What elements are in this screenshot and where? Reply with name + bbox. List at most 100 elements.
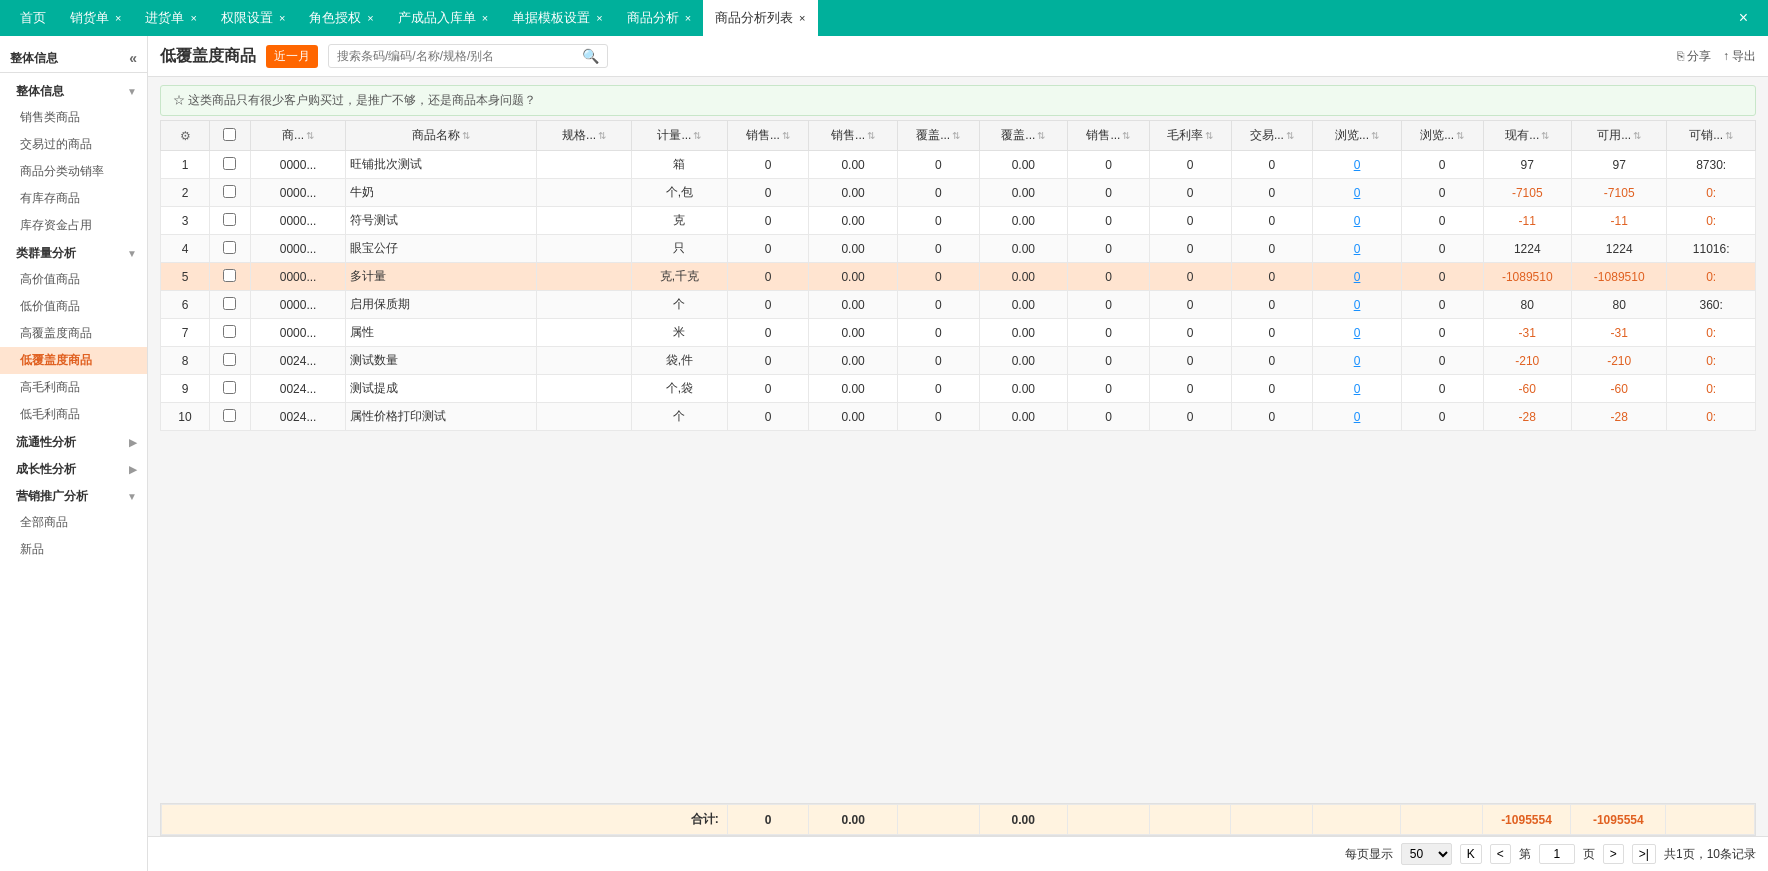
cell-browse1[interactable]: 0 [1313,263,1402,291]
sidebar-item-low-margin[interactable]: 低毛利商品 [0,401,147,428]
col-header-sellable[interactable]: 可销...⇅ [1667,121,1756,151]
sidebar-section-circulation[interactable]: 流通性分析 ▶ [0,428,147,455]
page-size-select[interactable]: 50 100 200 [1401,843,1452,865]
col-header-check[interactable] [210,121,251,151]
sidebar-section-marketing[interactable]: 营销推广分析 ▼ [0,482,147,509]
nav-sales-order[interactable]: 销货单 × [58,0,133,36]
cell-check[interactable] [210,207,251,235]
cell-sales-qty: 0 [727,347,809,375]
prev-page-button[interactable]: < [1490,844,1511,864]
sidebar-item-high-margin[interactable]: 高毛利商品 [0,374,147,401]
cell-browse1[interactable]: 0 [1313,375,1402,403]
row-checkbox[interactable] [223,297,236,310]
row-checkbox[interactable] [223,381,236,394]
sidebar-item-traded-goods[interactable]: 交易过的商品 [0,131,147,158]
cell-check[interactable] [210,319,251,347]
cell-browse1[interactable]: 0 [1313,207,1402,235]
nav-close-analysis[interactable]: × [685,0,691,36]
sidebar-item-stock-capital[interactable]: 库存资金占用 [0,212,147,239]
sidebar-collapse-btn[interactable]: « [125,48,141,68]
cell-check[interactable] [210,347,251,375]
col-header-current[interactable]: 现有...⇅ [1483,121,1572,151]
nav-product-analysis-list[interactable]: 商品分析列表 × [703,0,817,36]
cell-check[interactable] [210,151,251,179]
nav-close-product-entry[interactable]: × [482,0,488,36]
col-header-name[interactable]: 商品名称⇅ [346,121,537,151]
cell-check[interactable] [210,179,251,207]
nav-roles[interactable]: 角色授权 × [297,0,385,36]
row-checkbox[interactable] [223,157,236,170]
col-header-trans[interactable]: 交易...⇅ [1231,121,1313,151]
col-header-settings[interactable]: ⚙ [161,121,210,151]
search-input[interactable] [337,49,578,63]
col-header-cover1[interactable]: 覆盖...⇅ [897,121,979,151]
col-header-browse1[interactable]: 浏览...⇅ [1313,121,1402,151]
cell-check[interactable] [210,375,251,403]
next-page-button[interactable]: > [1603,844,1624,864]
cell-browse1[interactable]: 0 [1313,179,1402,207]
cell-browse1[interactable]: 0 [1313,291,1402,319]
nav-close-template[interactable]: × [596,0,602,36]
sidebar-section-cluster[interactable]: 类群量分析 ▼ [0,239,147,266]
col-header-available[interactable]: 可用...⇅ [1572,121,1667,151]
row-checkbox[interactable] [223,325,236,338]
cell-check[interactable] [210,291,251,319]
row-checkbox[interactable] [223,353,236,366]
nav-permissions[interactable]: 权限设置 × [209,0,297,36]
cell-browse1[interactable]: 0 [1313,151,1402,179]
nav-close-sales[interactable]: × [115,0,121,36]
row-checkbox[interactable] [223,185,236,198]
sidebar-item-new-goods[interactable]: 新品 [0,536,147,563]
last-page-button[interactable]: >| [1632,844,1656,864]
sidebar-item-in-stock[interactable]: 有库存商品 [0,185,147,212]
cell-check[interactable] [210,235,251,263]
page-number-input[interactable] [1539,844,1575,864]
nav-product-analysis[interactable]: 商品分析 × [615,0,703,36]
search-icon[interactable]: 🔍 [582,48,599,64]
export-button[interactable]: ↑ 导出 [1723,48,1756,65]
cell-browse1[interactable]: 0 [1313,319,1402,347]
sidebar-item-high-value[interactable]: 高价值商品 [0,266,147,293]
sidebar-section-growth[interactable]: 成长性分析 ▶ [0,455,147,482]
cell-browse1[interactable]: 0 [1313,403,1402,431]
col-header-code[interactable]: 商...⇅ [250,121,345,151]
nav-close-permissions[interactable]: × [279,0,285,36]
sidebar-section-overall[interactable]: 整体信息 ▼ [0,77,147,104]
sidebar-item-sales-goods[interactable]: 销售类商品 [0,104,147,131]
nav-close-roles[interactable]: × [367,0,373,36]
row-checkbox[interactable] [223,269,236,282]
col-header-sales-amt[interactable]: 销售...⇅ [809,121,898,151]
nav-close-analysis-list[interactable]: × [799,0,805,36]
nav-product-entry[interactable]: 产成品入库单 × [386,0,500,36]
date-filter-button[interactable]: 近一月 [266,45,318,68]
col-header-spec[interactable]: 规格...⇅ [536,121,631,151]
cell-check[interactable] [210,403,251,431]
nav-close-all[interactable]: × [1727,9,1760,27]
first-page-button[interactable]: K [1460,844,1482,864]
col-header-sales2[interactable]: 销售...⇅ [1068,121,1150,151]
info-banner: ☆ 这类商品只有很少客户购买过，是推广不够，还是商品本身问题？ [160,85,1756,116]
cell-current: 80 [1483,291,1572,319]
sidebar-item-high-coverage[interactable]: 高覆盖度商品 [0,320,147,347]
row-checkbox[interactable] [223,241,236,254]
cell-browse1[interactable]: 0 [1313,347,1402,375]
nav-home[interactable]: 首页 [8,0,58,36]
sidebar-item-category-rate[interactable]: 商品分类动销率 [0,158,147,185]
row-checkbox[interactable] [223,213,236,226]
sidebar-item-all-goods[interactable]: 全部商品 [0,509,147,536]
nav-template-settings[interactable]: 单据模板设置 × [500,0,614,36]
nav-close-purchase[interactable]: × [190,0,196,36]
col-header-gross[interactable]: 毛利率⇅ [1149,121,1231,151]
cell-browse1[interactable]: 0 [1313,235,1402,263]
select-all-checkbox[interactable] [223,128,236,141]
col-header-cover2[interactable]: 覆盖...⇅ [979,121,1068,151]
cell-check[interactable] [210,263,251,291]
col-header-sales-qty[interactable]: 销售...⇅ [727,121,809,151]
share-button[interactable]: ⎘ 分享 [1677,48,1711,65]
col-header-unit[interactable]: 计量...⇅ [632,121,727,151]
sidebar-item-low-value[interactable]: 低价值商品 [0,293,147,320]
row-checkbox[interactable] [223,409,236,422]
col-header-browse2[interactable]: 浏览...⇅ [1401,121,1483,151]
sidebar-item-low-coverage[interactable]: 低覆盖度商品 [0,347,147,374]
nav-purchase-order[interactable]: 进货单 × [133,0,208,36]
